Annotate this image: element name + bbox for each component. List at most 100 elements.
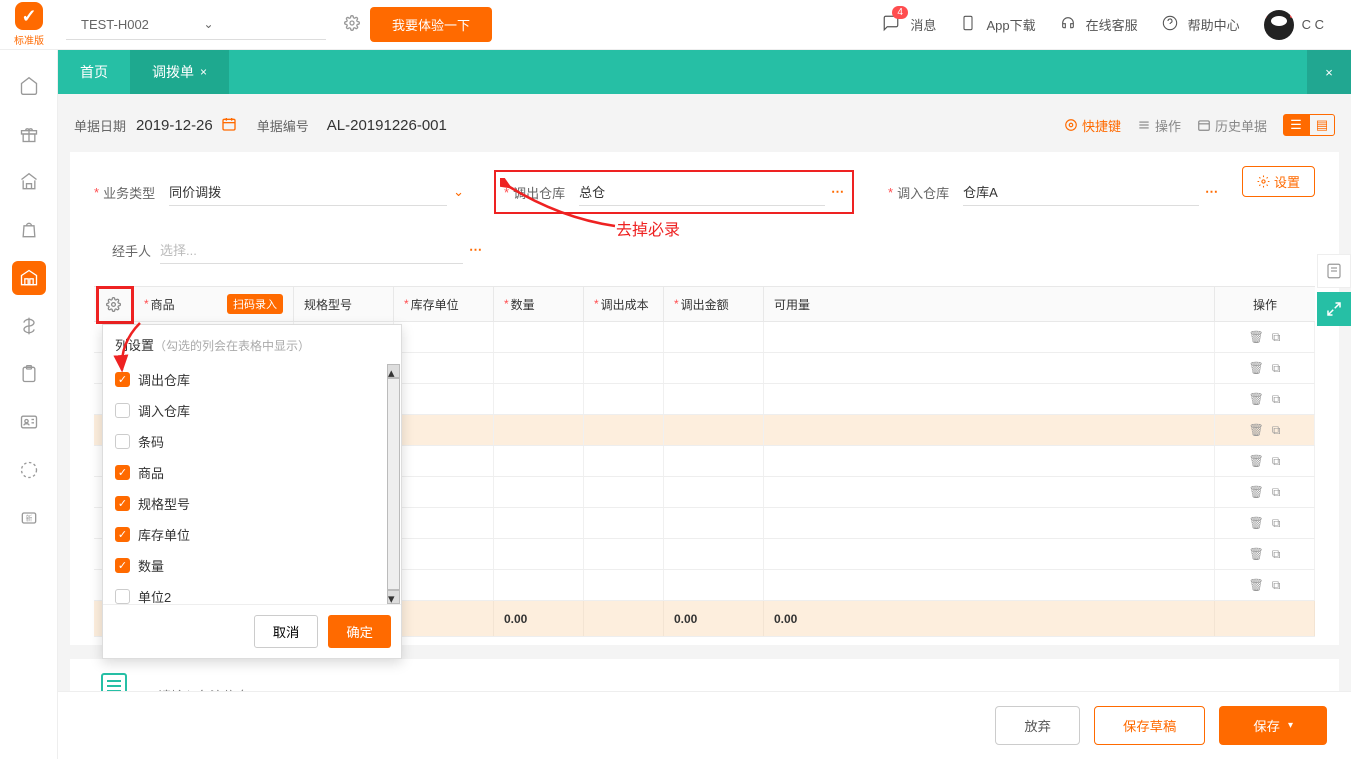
colset-cancel[interactable]: 取消	[254, 615, 319, 648]
save-button[interactable]: 保存	[1219, 706, 1327, 745]
delete-icon[interactable]: 🗑	[1249, 516, 1264, 530]
scroll-down[interactable]: ▾	[387, 590, 400, 604]
colset-item-label: 数量	[138, 556, 164, 575]
tab-transfer-order[interactable]: 调拨单 ×	[130, 50, 229, 94]
delete-icon[interactable]: 🗑	[1249, 454, 1264, 468]
sidebar-house[interactable]	[12, 165, 46, 199]
help-center-link[interactable]: 帮助中心	[1162, 15, 1240, 34]
copy-icon[interactable]: ⧉	[1272, 361, 1281, 376]
cta-button[interactable]: 我要体验一下	[370, 7, 492, 42]
checkbox[interactable]	[115, 403, 130, 418]
more-icon[interactable]: ⋯	[831, 184, 844, 200]
column-settings-button[interactable]	[94, 287, 134, 321]
copy-icon[interactable]: ⧉	[1272, 485, 1281, 500]
colset-item[interactable]: ✓规格型号	[115, 488, 389, 519]
scroll-up[interactable]: ▴	[387, 364, 400, 378]
checkbox[interactable]: ✓	[115, 465, 130, 480]
delete-icon[interactable]: 🗑	[1249, 423, 1264, 437]
store-name: TEST-H002	[81, 17, 204, 32]
colset-item[interactable]: ✓库存单位	[115, 519, 389, 550]
sidebar-clipboard[interactable]	[12, 357, 46, 391]
biz-type-field[interactable]: * 业务类型 同价调拨 ⌄	[94, 178, 464, 206]
checkbox[interactable]: ✓	[115, 372, 130, 387]
col-unit: *库存单位	[394, 287, 494, 321]
date-value[interactable]: 2019-12-26	[136, 117, 213, 134]
colset-list[interactable]: ▴ ▾ ✓调出仓库调入仓库条码✓商品✓规格型号✓库存单位✓数量单位2	[103, 364, 401, 604]
user-menu[interactable]: C C	[1264, 10, 1324, 40]
handler-field[interactable]: 经手人 选择... ⋯	[112, 236, 482, 264]
store-selector[interactable]: TEST-H002 ⌄	[66, 10, 326, 40]
grid-head: *商品扫码录入 规格型号 *库存单位 *数量 *调出成本 *调出金额 可用量 操…	[94, 286, 1315, 322]
copy-icon[interactable]: ⧉	[1272, 330, 1281, 345]
copy-icon[interactable]: ⧉	[1272, 423, 1281, 438]
col-avail: 可用量	[764, 287, 1215, 321]
colset-item[interactable]: ✓ 调出仓库	[115, 364, 389, 395]
scroll-track[interactable]	[387, 378, 400, 590]
col-cost: *调出成本	[584, 287, 664, 321]
more-icon[interactable]: ⋯	[469, 242, 482, 258]
copy-icon[interactable]: ⧉	[1272, 392, 1281, 407]
copy-icon[interactable]: ⧉	[1272, 578, 1281, 593]
messages-link[interactable]: 消息 4	[882, 14, 936, 35]
view-card[interactable]: ▤	[1309, 114, 1335, 136]
view-list[interactable]: ☰	[1283, 114, 1309, 136]
message-badge: 4	[892, 6, 908, 19]
save-draft-button[interactable]: 保存草稿	[1094, 706, 1205, 745]
colset-item[interactable]: 条码	[115, 426, 389, 457]
colset-item-label: 调出仓库	[138, 370, 190, 389]
delete-icon[interactable]: 🗑	[1249, 361, 1264, 375]
gear-icon[interactable]	[344, 15, 360, 34]
colset-title: 列设置（勾选的列会在表格中显示）	[103, 325, 401, 364]
checkbox[interactable]: ✓	[115, 558, 130, 573]
sidebar-bag[interactable]	[12, 213, 46, 247]
history-link[interactable]: 历史单据	[1197, 116, 1267, 135]
colset-item[interactable]: 单位2	[115, 581, 389, 604]
sidebar-idcard[interactable]	[12, 405, 46, 439]
in-warehouse-field[interactable]: * 调入仓库 仓库A ⋯	[888, 178, 1218, 206]
delete-icon[interactable]: 🗑	[1249, 547, 1264, 561]
topbar: ✓ 标准版 TEST-H002 ⌄ 我要体验一下 消息 4 App下载 在线客服…	[0, 0, 1351, 50]
settings-button[interactable]: 设置	[1242, 166, 1315, 197]
copy-icon[interactable]: ⧉	[1272, 547, 1281, 562]
side-notes-icon[interactable]	[1317, 254, 1351, 288]
delete-icon[interactable]: 🗑	[1249, 330, 1264, 344]
colset-item-label: 单位2	[138, 587, 171, 604]
customer-service-link[interactable]: 在线客服	[1060, 15, 1138, 34]
checkbox[interactable]	[115, 434, 130, 449]
scan-badge[interactable]: 扫码录入	[227, 294, 283, 314]
shortcut-link[interactable]: 快捷键	[1064, 116, 1121, 135]
colset-confirm[interactable]: 确定	[328, 615, 391, 648]
checkbox[interactable]	[115, 589, 130, 604]
sidebar-dashed-circle[interactable]	[12, 453, 46, 487]
app-download-link[interactable]: App下载	[960, 15, 1035, 34]
doc-no-value: AL-20191226-001	[327, 117, 447, 134]
colset-item[interactable]: ✓ 数量	[115, 550, 389, 581]
sidebar-warehouse[interactable]	[12, 261, 46, 295]
colset-item[interactable]: 调入仓库	[115, 395, 389, 426]
operation-link[interactable]: 操作	[1137, 116, 1181, 135]
copy-icon[interactable]: ⧉	[1272, 454, 1281, 469]
form-card: * 业务类型 同价调拨 ⌄ * 调出仓库 总仓 ⋯ * 调入仓库 仓库A ⋯	[70, 152, 1339, 645]
delete-icon[interactable]: 🗑	[1249, 392, 1264, 406]
calendar-icon[interactable]	[221, 116, 237, 135]
sidebar-gift[interactable]	[12, 117, 46, 151]
close-icon[interactable]: ×	[200, 65, 207, 79]
tab-row-close[interactable]: ×	[1307, 50, 1351, 94]
tab-home[interactable]: 首页	[58, 50, 130, 94]
delete-icon[interactable]: 🗑	[1249, 485, 1264, 499]
side-expand-icon[interactable]	[1317, 292, 1351, 326]
discard-button[interactable]: 放弃	[995, 706, 1080, 745]
phone-icon	[960, 15, 981, 34]
sidebar-money[interactable]	[12, 309, 46, 343]
col-ops: 操作	[1215, 287, 1315, 321]
checkbox[interactable]: ✓	[115, 527, 130, 542]
sidebar-home[interactable]	[12, 69, 46, 103]
checkbox[interactable]: ✓	[115, 496, 130, 511]
more-icon[interactable]: ⋯	[1205, 184, 1218, 200]
copy-icon[interactable]: ⧉	[1272, 516, 1281, 531]
chevron-down-icon: ⌄	[453, 184, 464, 200]
sidebar-new[interactable]: 新	[12, 501, 46, 535]
colset-item[interactable]: ✓商品	[115, 457, 389, 488]
delete-icon[interactable]: 🗑	[1249, 578, 1264, 592]
out-warehouse-field[interactable]: * 调出仓库 总仓 ⋯	[504, 178, 844, 206]
